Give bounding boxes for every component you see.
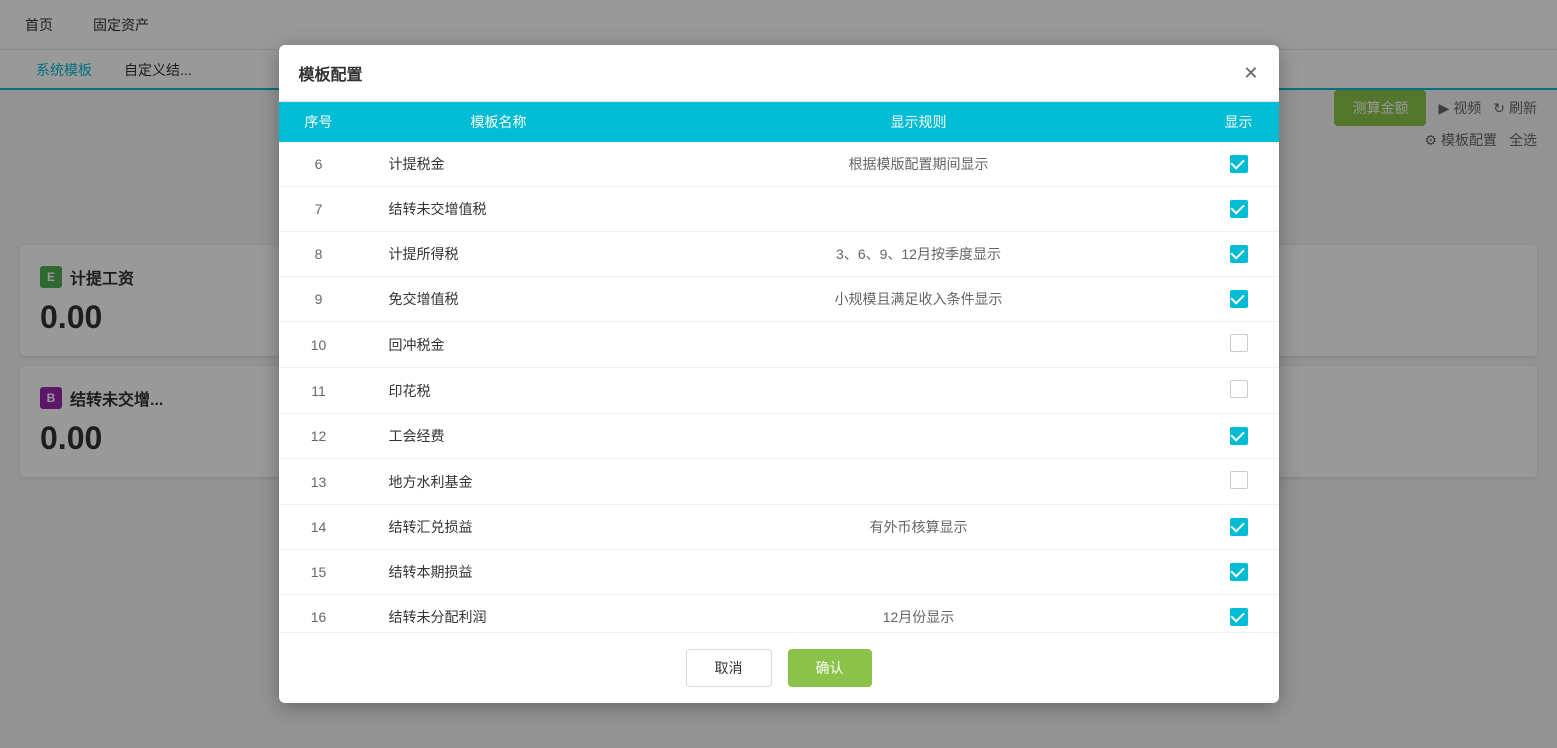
cell-name: 结转本期损益 (359, 550, 639, 595)
checkbox-10[interactable] (1230, 334, 1248, 352)
cell-id: 13 (279, 459, 359, 505)
modal-close-button[interactable]: ✕ (1243, 64, 1258, 82)
cell-id: 14 (279, 505, 359, 550)
table-row: 15结转本期损益 (279, 550, 1279, 595)
table-row: 8计提所得税3、6、9、12月按季度显示 (279, 232, 1279, 277)
cell-checkbox[interactable] (1199, 595, 1279, 633)
col-header-id: 序号 (279, 102, 359, 142)
checkbox-9[interactable] (1230, 290, 1248, 308)
cell-id: 16 (279, 595, 359, 633)
cell-id: 15 (279, 550, 359, 595)
cell-checkbox[interactable] (1199, 459, 1279, 505)
modal-title: 模板配置 (299, 61, 363, 85)
col-header-name: 模板名称 (359, 102, 639, 142)
table-row: 6计提税金根据模版配置期间显示 (279, 142, 1279, 187)
checkbox-7[interactable] (1230, 200, 1248, 218)
template-table: 序号 模板名称 显示规则 显示 6计提税金根据模版配置期间显示7结转未交增值税8… (279, 102, 1279, 632)
cell-id: 12 (279, 414, 359, 459)
cell-rule (639, 414, 1199, 459)
table-row: 13地方水利基金 (279, 459, 1279, 505)
cell-checkbox[interactable] (1199, 368, 1279, 414)
checkbox-11[interactable] (1230, 380, 1248, 398)
cell-rule: 小规模且满足收入条件显示 (639, 277, 1199, 322)
cell-name: 计提税金 (359, 142, 639, 187)
table-scroll-area[interactable]: 序号 模板名称 显示规则 显示 6计提税金根据模版配置期间显示7结转未交增值税8… (279, 102, 1279, 632)
cell-name: 地方水利基金 (359, 459, 639, 505)
cell-id: 8 (279, 232, 359, 277)
cell-rule: 12月份显示 (639, 595, 1199, 633)
modal-header: 模板配置 ✕ (279, 45, 1279, 102)
table-row: 10回冲税金 (279, 322, 1279, 368)
cell-checkbox[interactable] (1199, 277, 1279, 322)
table-row: 14结转汇兑损益有外币核算显示 (279, 505, 1279, 550)
cell-id: 10 (279, 322, 359, 368)
checkbox-13[interactable] (1230, 471, 1248, 489)
cell-rule: 有外币核算显示 (639, 505, 1199, 550)
checkbox-15[interactable] (1230, 563, 1248, 581)
checkbox-14[interactable] (1230, 518, 1248, 536)
cell-rule: 根据模版配置期间显示 (639, 142, 1199, 187)
table-row: 7结转未交增值税 (279, 187, 1279, 232)
table-row: 11印花税 (279, 368, 1279, 414)
cell-checkbox[interactable] (1199, 414, 1279, 459)
cell-rule (639, 187, 1199, 232)
col-header-display: 显示 (1199, 102, 1279, 142)
cell-name: 工会经费 (359, 414, 639, 459)
cell-checkbox[interactable] (1199, 187, 1279, 232)
cell-name: 结转未交增值税 (359, 187, 639, 232)
cell-checkbox[interactable] (1199, 550, 1279, 595)
cell-rule (639, 368, 1199, 414)
cancel-button[interactable]: 取消 (686, 649, 772, 687)
template-config-modal: 模板配置 ✕ 序号 模板名称 显示规则 显示 6计提税金根据模版配置期间显示7结… (279, 45, 1279, 703)
cell-rule: 3、6、9、12月按季度显示 (639, 232, 1199, 277)
col-header-rule: 显示规则 (639, 102, 1199, 142)
cell-name: 计提所得税 (359, 232, 639, 277)
cell-name: 结转汇兑损益 (359, 505, 639, 550)
cell-id: 11 (279, 368, 359, 414)
cell-checkbox[interactable] (1199, 142, 1279, 187)
checkbox-8[interactable] (1230, 245, 1248, 263)
cell-name: 印花税 (359, 368, 639, 414)
table-header-row: 序号 模板名称 显示规则 显示 (279, 102, 1279, 142)
cell-rule (639, 550, 1199, 595)
cell-checkbox[interactable] (1199, 322, 1279, 368)
checkbox-6[interactable] (1230, 155, 1248, 173)
cell-rule (639, 322, 1199, 368)
table-row: 12工会经费 (279, 414, 1279, 459)
table-row: 16结转未分配利润12月份显示 (279, 595, 1279, 633)
cell-name: 结转未分配利润 (359, 595, 639, 633)
cell-checkbox[interactable] (1199, 232, 1279, 277)
cell-id: 9 (279, 277, 359, 322)
checkbox-12[interactable] (1230, 427, 1248, 445)
cell-name: 回冲税金 (359, 322, 639, 368)
cell-id: 6 (279, 142, 359, 187)
modal-footer: 取消 确认 (279, 632, 1279, 703)
table-row: 9免交增值税小规模且满足收入条件显示 (279, 277, 1279, 322)
cell-name: 免交增值税 (359, 277, 639, 322)
checkbox-16[interactable] (1230, 608, 1248, 626)
confirm-button[interactable]: 确认 (788, 649, 872, 687)
modal-overlay: 模板配置 ✕ 序号 模板名称 显示规则 显示 6计提税金根据模版配置期间显示7结… (0, 0, 1557, 748)
cell-rule (639, 459, 1199, 505)
cell-id: 7 (279, 187, 359, 232)
cell-checkbox[interactable] (1199, 505, 1279, 550)
